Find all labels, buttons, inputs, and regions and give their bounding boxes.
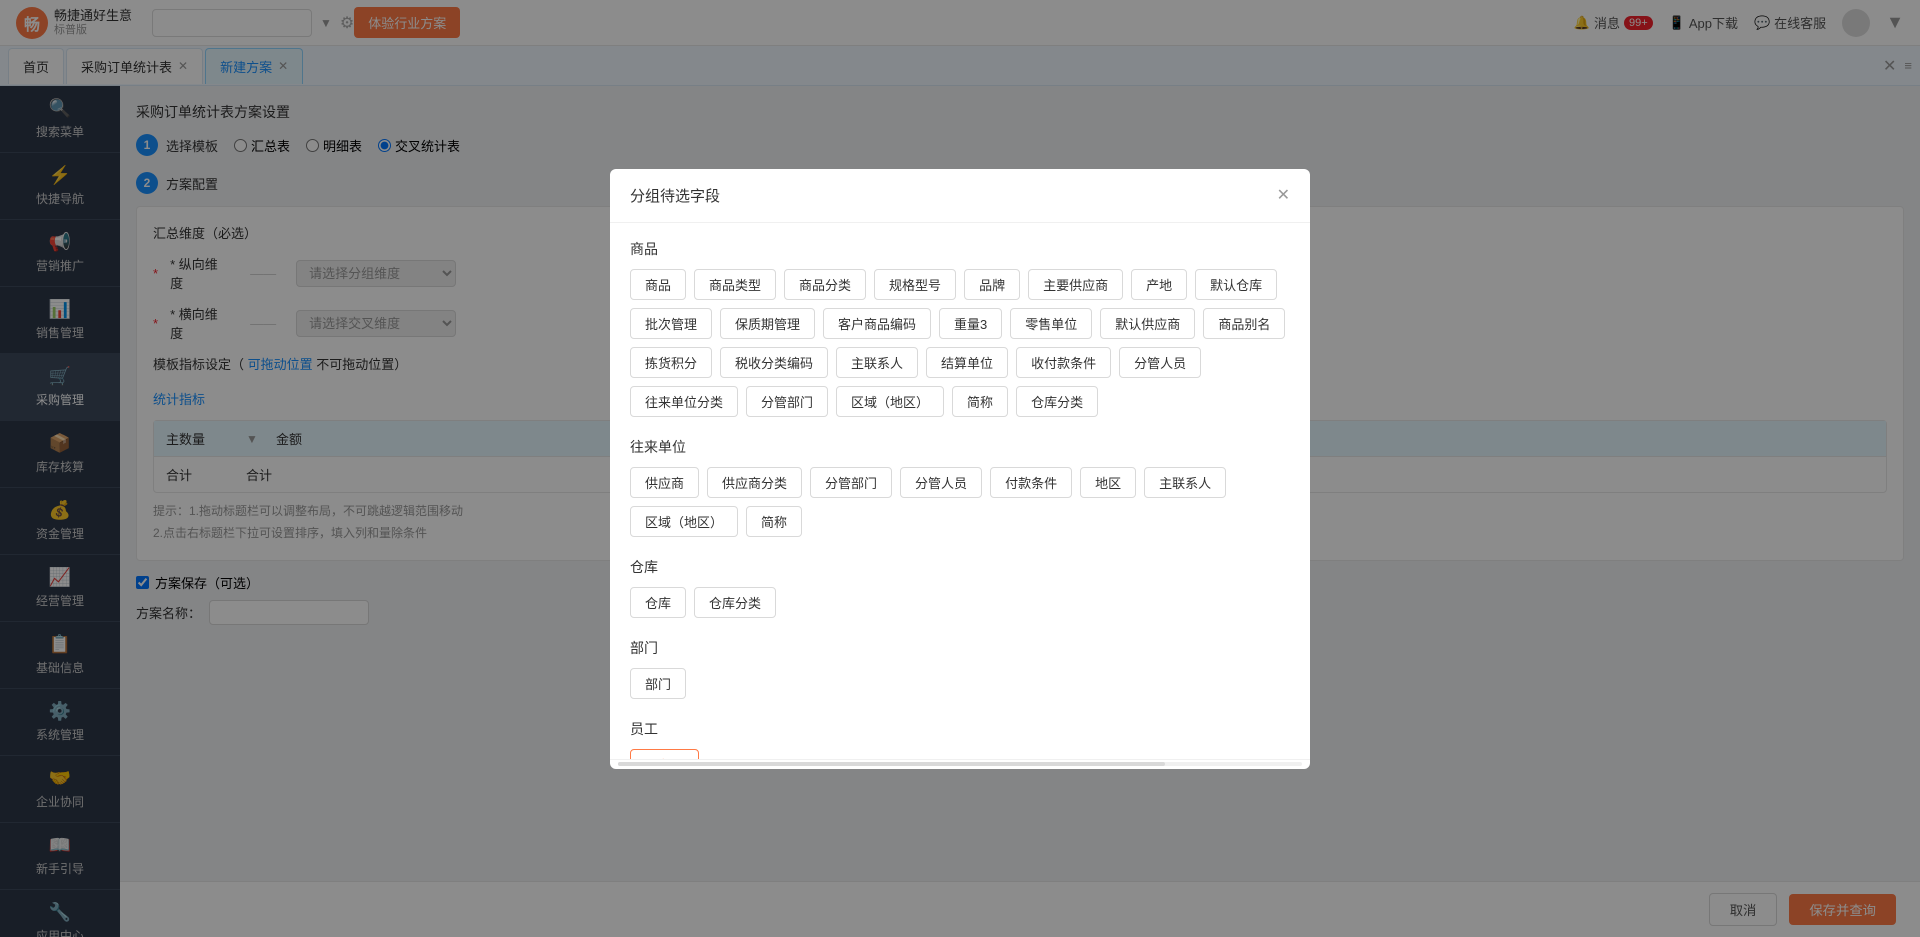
field-group-title-goods: 商品: [630, 239, 1290, 259]
field-tag-goods-4[interactable]: 品牌: [964, 269, 1020, 300]
field-tag-goods-14[interactable]: 商品别名: [1203, 308, 1285, 339]
field-tag-goods-10[interactable]: 客户商品编码: [823, 308, 931, 339]
field-tag-staff-0[interactable]: 业务员: [630, 749, 699, 760]
field-tag-partner-4[interactable]: 付款条件: [990, 467, 1072, 498]
field-tag-partner-2[interactable]: 分管部门: [810, 467, 892, 498]
field-tag-partner-7[interactable]: 区域（地区）: [630, 506, 738, 537]
field-group-partner: 往来单位 供应商 供应商分类 分管部门 分管人员 付款条件 地区 主联系人 区域…: [630, 437, 1290, 537]
field-tag-goods-1[interactable]: 商品类型: [694, 269, 776, 300]
field-tag-partner-5[interactable]: 地区: [1080, 467, 1136, 498]
field-tags-goods: 商品 商品类型 商品分类 规格型号 品牌 主要供应商 产地 默认仓库 批次管理 …: [630, 269, 1290, 417]
field-tag-goods-15[interactable]: 拣货积分: [630, 347, 712, 378]
field-tags-dept: 部门: [630, 668, 1290, 699]
field-tag-partner-1[interactable]: 供应商分类: [707, 467, 802, 498]
field-group-title-partner: 往来单位: [630, 437, 1290, 457]
field-tags-partner: 供应商 供应商分类 分管部门 分管人员 付款条件 地区 主联系人 区域（地区） …: [630, 467, 1290, 537]
field-group-warehouse: 仓库 仓库 仓库分类: [630, 557, 1290, 618]
field-tag-goods-21[interactable]: 往来单位分类: [630, 386, 738, 417]
field-tag-goods-7[interactable]: 默认仓库: [1195, 269, 1277, 300]
field-tag-goods-6[interactable]: 产地: [1131, 269, 1187, 300]
field-tag-goods-19[interactable]: 收付款条件: [1016, 347, 1111, 378]
field-tag-goods-20[interactable]: 分管人员: [1119, 347, 1201, 378]
field-tag-goods-22[interactable]: 分管部门: [746, 386, 828, 417]
field-tag-goods-9[interactable]: 保质期管理: [720, 308, 815, 339]
field-tag-goods-2[interactable]: 商品分类: [784, 269, 866, 300]
field-tag-goods-8[interactable]: 批次管理: [630, 308, 712, 339]
modal-header: 分组待选字段 ✕: [610, 169, 1310, 223]
field-tag-warehouse-1[interactable]: 仓库分类: [694, 587, 776, 618]
field-tag-partner-6[interactable]: 主联系人: [1144, 467, 1226, 498]
field-tags-staff: 业务员: [630, 749, 1290, 760]
field-tag-dept-0[interactable]: 部门: [630, 668, 686, 699]
field-tag-goods-3[interactable]: 规格型号: [874, 269, 956, 300]
field-tag-goods-25[interactable]: 仓库分类: [1016, 386, 1098, 417]
field-group-title-staff: 员工: [630, 719, 1290, 739]
field-tag-goods-24[interactable]: 简称: [952, 386, 1008, 417]
field-tag-warehouse-0[interactable]: 仓库: [630, 587, 686, 618]
field-tag-partner-8[interactable]: 简称: [746, 506, 802, 537]
field-tag-goods-0[interactable]: 商品: [630, 269, 686, 300]
field-tag-goods-12[interactable]: 零售单位: [1010, 308, 1092, 339]
modal-close-button[interactable]: ✕: [1277, 185, 1290, 205]
modal-title: 分组待选字段: [630, 185, 720, 206]
field-group-title-dept: 部门: [630, 638, 1290, 658]
field-tag-goods-5[interactable]: 主要供应商: [1028, 269, 1123, 300]
field-tag-goods-17[interactable]: 主联系人: [836, 347, 918, 378]
field-group-goods: 商品 商品 商品类型 商品分类 规格型号 品牌 主要供应商 产地 默认仓库 批次…: [630, 239, 1290, 417]
field-group-dept: 部门 部门: [630, 638, 1290, 699]
field-tag-goods-16[interactable]: 税收分类编码: [720, 347, 828, 378]
field-tag-goods-13[interactable]: 默认供应商: [1100, 308, 1195, 339]
field-tag-goods-23[interactable]: 区域（地区）: [836, 386, 944, 417]
field-tag-goods-18[interactable]: 结算单位: [926, 347, 1008, 378]
field-group-staff: 员工 业务员: [630, 719, 1290, 760]
field-group-title-warehouse: 仓库: [630, 557, 1290, 577]
modal-scrollbar: [610, 759, 1310, 768]
modal-overlay: 分组待选字段 ✕ 商品 商品 商品类型 商品分类 规格型号 品牌 主要供应商 产…: [0, 0, 1920, 937]
field-tag-partner-3[interactable]: 分管人员: [900, 467, 982, 498]
modal: 分组待选字段 ✕ 商品 商品 商品类型 商品分类 规格型号 品牌 主要供应商 产…: [610, 169, 1310, 769]
modal-body: 商品 商品 商品类型 商品分类 规格型号 品牌 主要供应商 产地 默认仓库 批次…: [610, 223, 1310, 760]
field-tag-partner-0[interactable]: 供应商: [630, 467, 699, 498]
field-tags-warehouse: 仓库 仓库分类: [630, 587, 1290, 618]
field-tag-goods-11[interactable]: 重量3: [939, 308, 1002, 339]
